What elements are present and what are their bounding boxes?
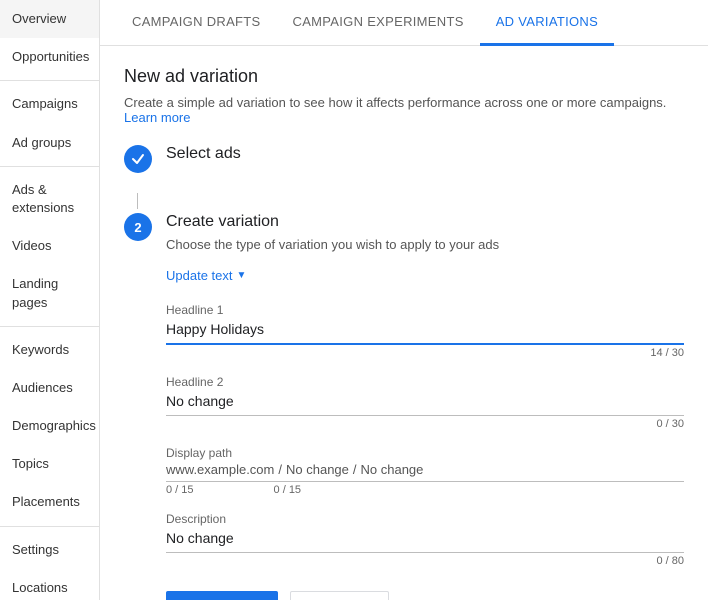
sidebar-divider — [0, 166, 99, 167]
cancel-button[interactable]: CANCEL — [290, 591, 389, 600]
display-path-underline — [166, 481, 684, 482]
description-section: Description No change 0 / 80 — [166, 512, 684, 567]
headline2-section: Headline 2 No change 0 / 30 — [166, 375, 684, 430]
tab-campaign-experiments[interactable]: Campaign Experiments — [277, 0, 480, 46]
headline2-underline — [166, 415, 684, 416]
sidebar-item-locations[interactable]: Locations — [0, 569, 99, 600]
sidebar-divider — [0, 80, 99, 81]
display-path-row: www.example.com / No change / No change — [166, 462, 684, 477]
headline2-value[interactable]: No change — [166, 391, 684, 411]
sidebar-item-opportunities[interactable]: Opportunities — [0, 38, 99, 76]
sidebar-divider — [0, 326, 99, 327]
display-domain: www.example.com — [166, 462, 274, 477]
headline2-label: Headline 2 — [166, 375, 684, 389]
sidebar-item-placements[interactable]: Placements — [0, 483, 99, 521]
tab-ad-variations[interactable]: AD Variations — [480, 0, 614, 46]
display-path-section: Display path www.example.com / No change… — [166, 446, 684, 496]
headline1-label: Headline 1 — [166, 303, 684, 317]
display-path-label: Display path — [166, 446, 684, 460]
step-1-indicator — [124, 145, 152, 173]
step-connector — [137, 193, 138, 209]
step-2-indicator: 2 — [124, 213, 152, 241]
sidebar-divider — [0, 526, 99, 527]
step-1-content: Select ads — [166, 145, 684, 169]
display-counter1: 0 / 15 — [166, 484, 194, 496]
step-1-title: Select ads — [166, 145, 684, 163]
step-1: Select ads — [124, 145, 684, 173]
step-2-content: Create variation Choose the type of vari… — [166, 213, 684, 600]
step-2: 2 Create variation Choose the type of va… — [124, 213, 684, 600]
description-counter: 0 / 80 — [166, 555, 684, 567]
sidebar-item-keywords[interactable]: Keywords — [0, 331, 99, 369]
display-slash-1: / — [278, 462, 282, 477]
step-2-title: Create variation — [166, 213, 684, 231]
sidebar: OverviewOpportunities CampaignsAd groups A… — [0, 0, 100, 600]
headline1-section: Headline 1 Happy Holidays 14 / 30 — [166, 303, 684, 359]
checkmark-icon — [131, 152, 145, 166]
headline1-underline — [166, 343, 684, 345]
display-path1-value[interactable]: No change — [286, 462, 349, 477]
sidebar-item-topics[interactable]: Topics — [0, 445, 99, 483]
display-counter2: 0 / 15 — [274, 484, 302, 496]
main-panel: Campaign Drafts Campaign Experiments AD … — [100, 0, 708, 600]
headline1-counter: 14 / 30 — [166, 347, 684, 359]
chevron-down-icon: ▼ — [237, 270, 247, 281]
tab-bar: Campaign Drafts Campaign Experiments AD … — [100, 0, 708, 46]
page-title: New ad variation — [124, 66, 684, 87]
description-value[interactable]: No change — [166, 528, 684, 548]
sidebar-item-ad-groups[interactable]: Ad groups — [0, 124, 99, 162]
headline1-value[interactable]: Happy Holidays — [166, 319, 684, 339]
tab-campaign-drafts[interactable]: Campaign Drafts — [116, 0, 277, 46]
content-area: New ad variation Create a simple ad vari… — [100, 46, 708, 600]
headline2-counter: 0 / 30 — [166, 418, 684, 430]
display-path2-value[interactable]: No change — [361, 462, 424, 477]
sidebar-item-videos[interactable]: Videos — [0, 227, 99, 265]
description-label: Description — [166, 512, 684, 526]
page-description: Create a simple ad variation to see how … — [124, 95, 684, 125]
sidebar-item-settings[interactable]: Settings — [0, 531, 99, 569]
sidebar-item-campaigns[interactable]: Campaigns — [0, 85, 99, 123]
sidebar-item-landing-pages[interactable]: Landing pages — [0, 265, 99, 321]
continue-button[interactable]: CONTINUE — [166, 591, 278, 600]
action-buttons: CONTINUE CANCEL — [166, 591, 684, 600]
display-slash-2: / — [353, 462, 357, 477]
learn-more-link[interactable]: Learn more — [124, 110, 190, 125]
sidebar-item-demographics[interactable]: Demographics — [0, 407, 99, 445]
step-2-subtitle: Choose the type of variation you wish to… — [166, 237, 684, 252]
description-underline — [166, 552, 684, 553]
sidebar-item-audiences[interactable]: Audiences — [0, 369, 99, 407]
sidebar-item-ads-extensions[interactable]: Ads & extensions — [0, 171, 99, 227]
update-text-dropdown[interactable]: Update text ▼ — [166, 264, 246, 287]
sidebar-item-overview[interactable]: Overview — [0, 0, 99, 38]
